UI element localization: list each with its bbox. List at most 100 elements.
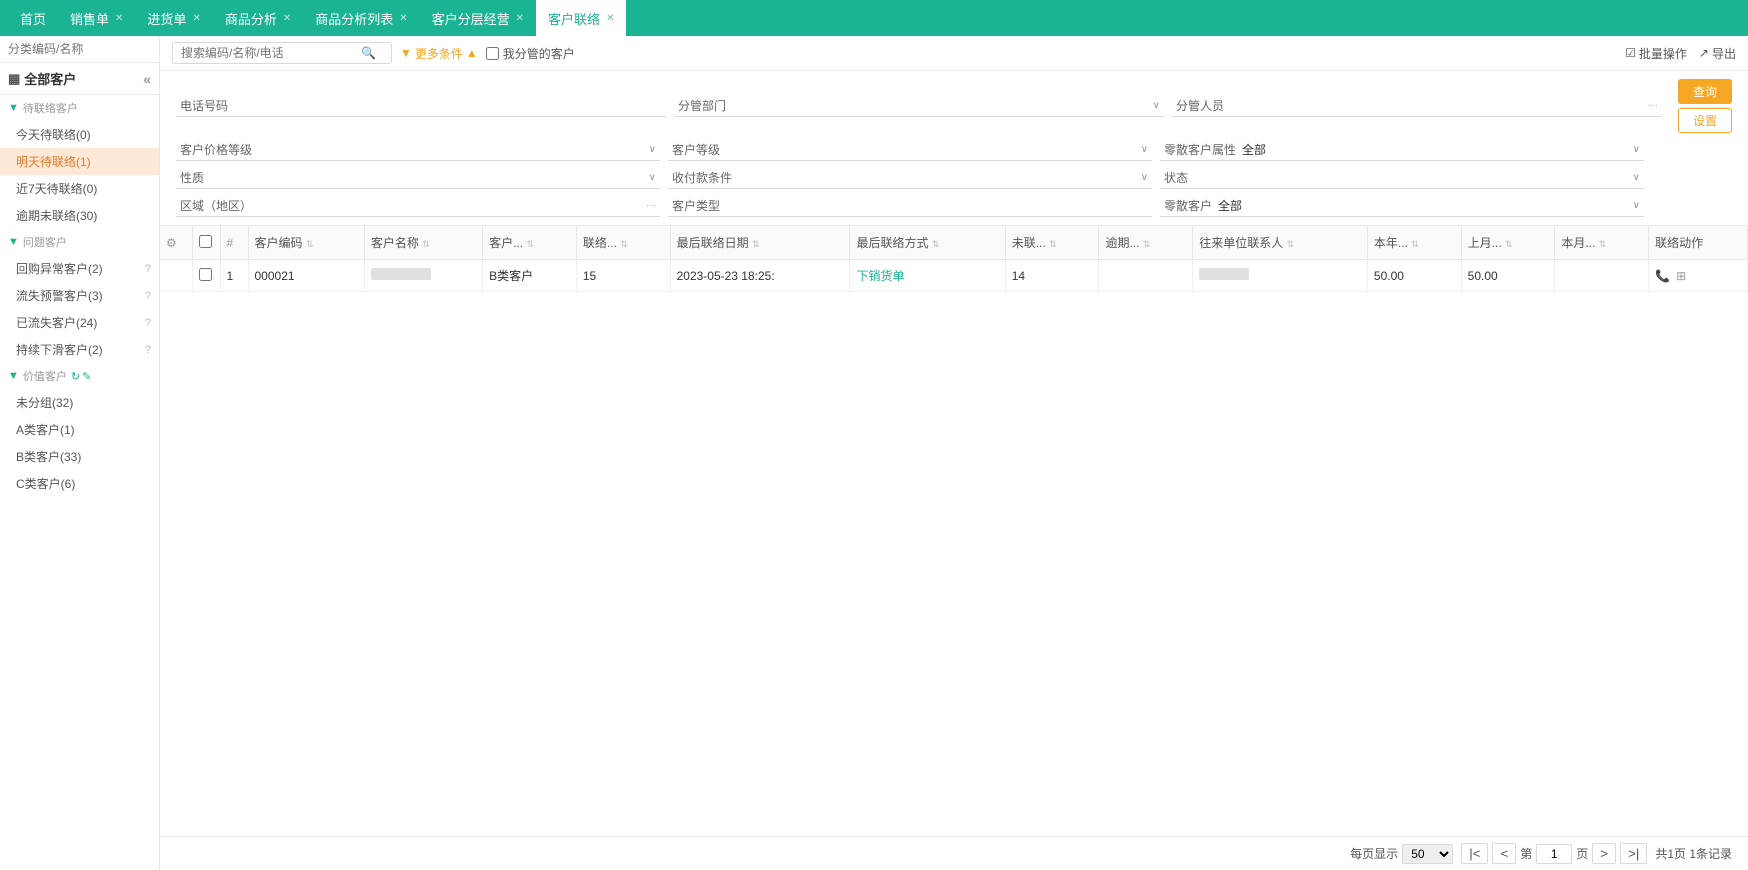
filter-payment[interactable]: 收付款条件 ∨ xyxy=(668,167,1152,189)
col-overdue: 逾期... ⇅ xyxy=(1099,226,1193,260)
help-icon: ? xyxy=(145,344,151,356)
sort-icon[interactable]: ⇅ xyxy=(1599,239,1607,250)
row-code: 000021 xyxy=(248,260,364,292)
help-icon: ? xyxy=(145,317,151,329)
sidebar-all-customers[interactable]: ▦ 全部客户 « xyxy=(0,63,159,95)
close-icon[interactable]: ✕ xyxy=(283,13,291,24)
settings-button[interactable]: 设置 xyxy=(1678,108,1732,133)
more-filter-btn[interactable]: ▼ 更多条件 ▲ xyxy=(400,45,478,62)
grid-action-icon[interactable]: ⊞ xyxy=(1676,269,1686,283)
prev-page-btn[interactable]: < xyxy=(1492,843,1516,864)
filter-person[interactable]: 分管人员 ··· xyxy=(1172,95,1662,117)
chevron-down-icon: ∨ xyxy=(1153,100,1160,111)
sidebar-item-churn-warn[interactable]: 流失预警客户(3) ? xyxy=(0,282,159,309)
col-level: 客户... ⇅ xyxy=(483,226,577,260)
close-icon[interactable]: ✕ xyxy=(115,13,123,24)
customer-table: ⚙ # 客户编码 ⇅ 客户名称 ⇅ xyxy=(160,226,1748,292)
nav-item-customer-tier[interactable]: 客户分层经营 ✕ xyxy=(420,0,536,36)
close-icon[interactable]: ✕ xyxy=(192,13,200,24)
col-checkbox xyxy=(192,226,220,260)
sidebar-item-churned[interactable]: 已流失客户(24) ? xyxy=(0,309,159,336)
last-method-link[interactable]: 下销货单 xyxy=(856,269,904,283)
collapse-icon[interactable]: « xyxy=(143,71,151,87)
filter-actions: 查询 设置 xyxy=(1678,79,1732,133)
grid-icon: ▦ xyxy=(8,71,20,87)
row-last-date: 2023-05-23 18:25: xyxy=(670,260,850,292)
sort-icon[interactable]: ⇅ xyxy=(1049,239,1057,250)
row-this-month xyxy=(1555,260,1649,292)
sidebar-item-overdue[interactable]: 逾期未联络(30) xyxy=(0,202,159,229)
arrow-icon: ▼ xyxy=(8,370,19,382)
chevron-down-icon: ∨ xyxy=(1633,144,1640,155)
chevron-down-icon: ∨ xyxy=(649,172,656,183)
sort-icon[interactable]: ⇅ xyxy=(1505,239,1513,250)
page-input[interactable] xyxy=(1536,844,1572,864)
col-code: 客户编码 ⇅ xyxy=(248,226,364,260)
filter-customer-type[interactable]: 客户类型 xyxy=(668,195,1152,217)
phone-icon[interactable]: 📞 xyxy=(1655,269,1670,283)
main-layout: 🔍 ▦ 全部客户 « ▼ 待联络客户 今天待联络(0) 明天待联络(1) 近7天… xyxy=(0,36,1748,870)
nav-item-analysis-list[interactable]: 商品分析列表 ✕ xyxy=(303,0,419,36)
close-icon[interactable]: ✕ xyxy=(516,13,524,24)
sidebar-item-abnormal[interactable]: 回购异常客户(2) ? xyxy=(0,255,159,282)
filter-dept[interactable]: 分管部门 ∨ xyxy=(674,95,1164,117)
edit-icon[interactable]: ✎ xyxy=(82,370,91,383)
sidebar-item-ungrouped[interactable]: 未分组(32) xyxy=(0,389,159,416)
nav-item-purchase[interactable]: 进货单 ✕ xyxy=(135,0,212,36)
sort-icon[interactable]: ⇅ xyxy=(1287,239,1295,250)
nav-item-sales[interactable]: 销售单 ✕ xyxy=(58,0,135,36)
filter-nature[interactable]: 性质 ∨ xyxy=(176,167,660,189)
nav-item-customer-contact[interactable]: 客户联络 ✕ xyxy=(536,0,626,36)
row-checkbox[interactable] xyxy=(199,268,212,281)
search-icon[interactable]: 🔍 xyxy=(361,46,376,60)
sort-icon[interactable]: ⇅ xyxy=(422,239,430,250)
chevron-down-icon: ∨ xyxy=(1141,144,1148,155)
chevron-down-icon: ∨ xyxy=(649,144,656,155)
col-this-month: 本月... ⇅ xyxy=(1555,226,1649,260)
help-icon: ? xyxy=(145,290,151,302)
nav-item-analysis[interactable]: 商品分析 ✕ xyxy=(213,0,303,36)
last-page-btn[interactable]: >| xyxy=(1620,843,1647,864)
select-all-checkbox[interactable] xyxy=(199,235,212,248)
first-page-btn[interactable]: |< xyxy=(1461,843,1488,864)
next-page-btn[interactable]: > xyxy=(1592,843,1616,864)
col-action: 联络动作 xyxy=(1649,226,1748,260)
per-page-control: 每页显示 50 100 200 xyxy=(1350,844,1453,864)
sort-icon[interactable]: ⇅ xyxy=(620,239,628,250)
filter-status[interactable]: 状态 ∨ xyxy=(1160,167,1644,189)
search-input[interactable] xyxy=(181,46,361,60)
row-settings-cell xyxy=(160,260,192,292)
sort-icon[interactable]: ⇅ xyxy=(752,239,760,250)
sort-icon[interactable]: ⇅ xyxy=(1411,239,1419,250)
refresh-icon[interactable]: ↻ xyxy=(71,370,80,383)
filter-row-2: 客户价格等级 ∨ 客户等级 ∨ 零散客户属性 全部 ∨ xyxy=(176,139,1732,161)
sidebar-search-input[interactable] xyxy=(8,42,160,56)
nav-item-home[interactable]: 首页 xyxy=(8,0,58,36)
sort-icon[interactable]: ⇅ xyxy=(526,239,534,250)
sidebar-item-declining[interactable]: 持续下滑客户(2) ? xyxy=(0,336,159,363)
my-customers-checkbox[interactable]: 我分管的客户 xyxy=(486,45,575,62)
settings-icon[interactable]: ⚙ xyxy=(166,236,177,250)
col-contact-count: 联络... ⇅ xyxy=(576,226,670,260)
sort-icon[interactable]: ⇅ xyxy=(932,239,940,250)
close-icon[interactable]: ✕ xyxy=(606,13,614,24)
per-page-select[interactable]: 50 100 200 xyxy=(1402,844,1453,864)
export-btn[interactable]: ↗ 导出 xyxy=(1699,45,1736,62)
sidebar-item-tomorrow[interactable]: 明天待联络(1) xyxy=(0,148,159,175)
filter-region[interactable]: 区域（地区） ··· xyxy=(176,195,660,217)
batch-op-btn[interactable]: ☑ 批量操作 xyxy=(1625,45,1687,62)
filter-retail-attr[interactable]: 零散客户属性 全部 ∨ xyxy=(1160,139,1644,161)
sidebar-item-class-b[interactable]: B类客户(33) xyxy=(0,443,159,470)
filter-price-level[interactable]: 客户价格等级 ∨ xyxy=(176,139,660,161)
sidebar-item-7days[interactable]: 近7天待联络(0) xyxy=(0,175,159,202)
query-button[interactable]: 查询 xyxy=(1678,79,1732,104)
sort-icon[interactable]: ⇅ xyxy=(306,239,314,250)
filter-retail-customer[interactable]: 零散客户 全部 ∨ xyxy=(1160,195,1644,217)
close-icon[interactable]: ✕ xyxy=(399,13,407,24)
sidebar-item-class-a[interactable]: A类客户(1) xyxy=(0,416,159,443)
sidebar-item-today[interactable]: 今天待联络(0) xyxy=(0,121,159,148)
sidebar-item-class-c[interactable]: C类客户(6) xyxy=(0,470,159,497)
sort-icon[interactable]: ⇅ xyxy=(1143,239,1151,250)
filter-customer-level[interactable]: 客户等级 ∨ xyxy=(668,139,1152,161)
my-customers-check[interactable] xyxy=(486,47,499,60)
